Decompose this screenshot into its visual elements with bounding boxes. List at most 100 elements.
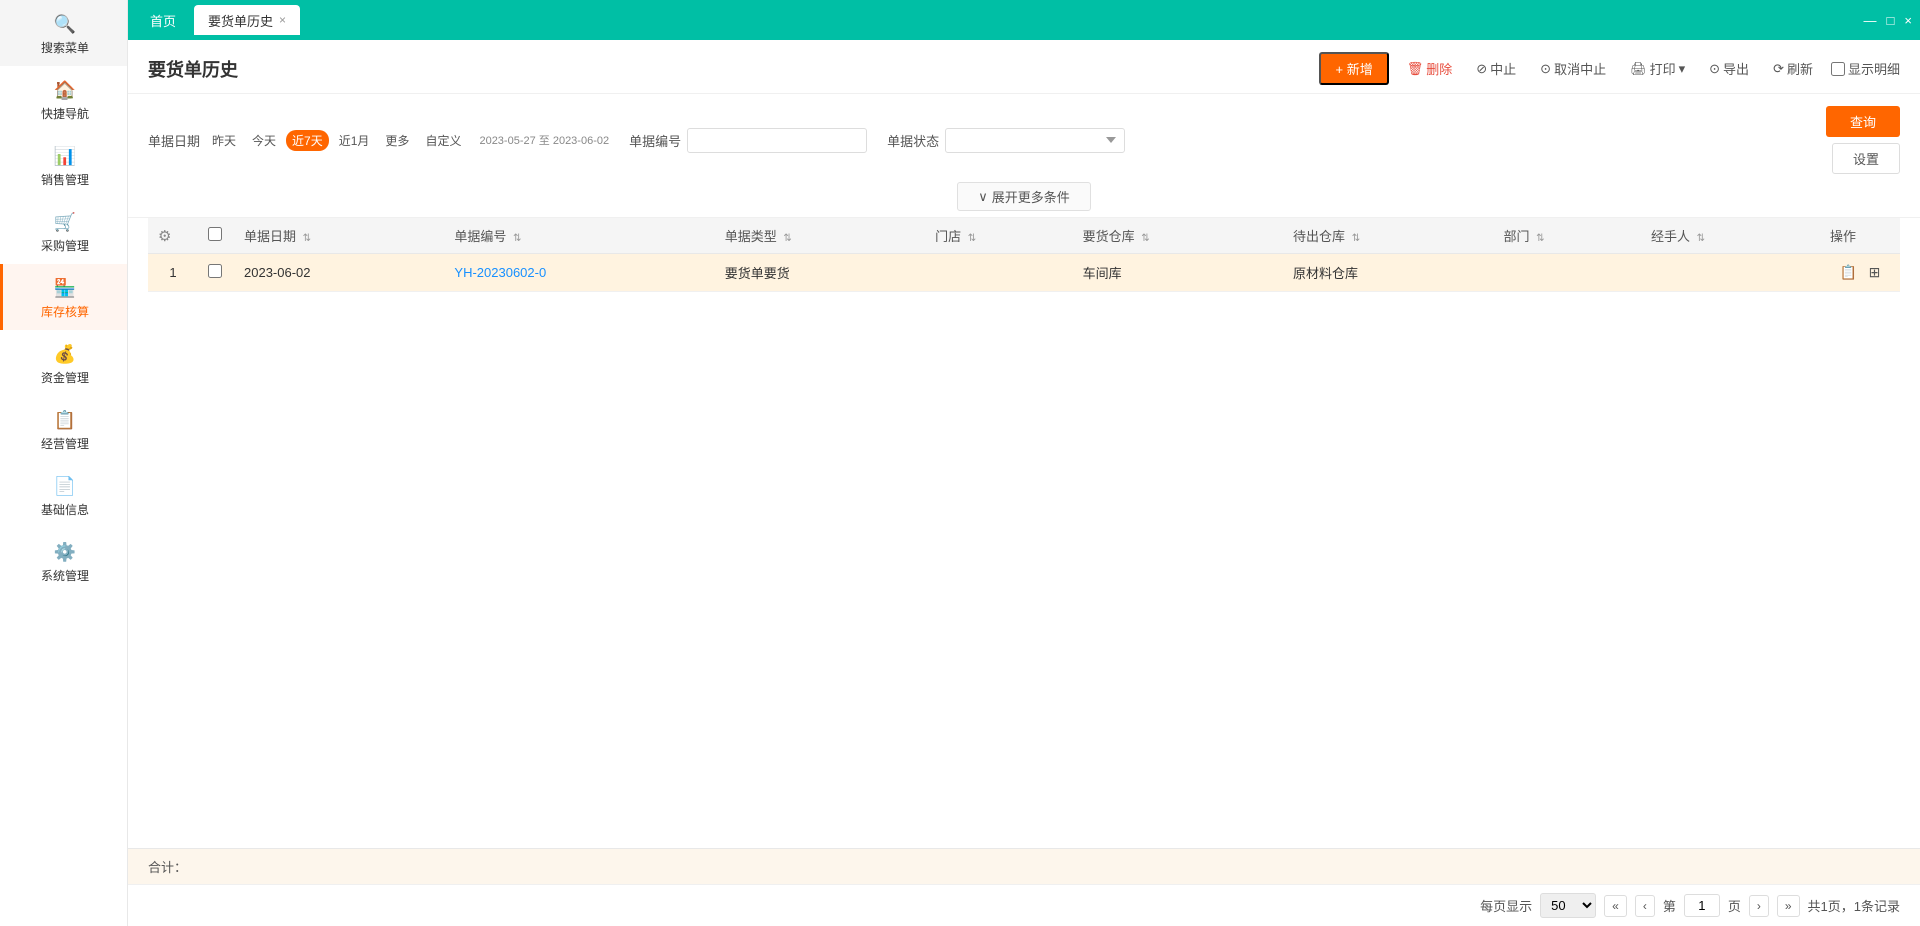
th-ops: 操作 — [1820, 218, 1900, 254]
sidebar-item-search-menu[interactable]: 🔍 搜索菜单 — [0, 0, 127, 66]
th-type: 单据类型 ⇅ — [715, 218, 925, 254]
delete-label: 删除 — [1426, 59, 1452, 78]
th-req-warehouse-sort-icon[interactable]: ⇅ — [1141, 233, 1149, 244]
page-size-select[interactable]: 50 100 — [1540, 893, 1596, 918]
system-icon: ⚙️ — [54, 542, 76, 563]
table-header-row: ⚙ 单据日期 ⇅ 单据编号 ⇅ — [148, 218, 1900, 254]
expand-more-button[interactable]: ∨ 展开更多条件 — [957, 182, 1091, 211]
row-detail-icon[interactable]: ⊞ — [1865, 262, 1885, 283]
date-last7[interactable]: 近7天 — [286, 130, 329, 151]
sidebar-item-basic-info[interactable]: 📄 基础信息 — [0, 462, 127, 528]
sidebar-item-quick-nav[interactable]: 🏠 快捷导航 — [0, 66, 127, 132]
th-number-label: 单据编号 — [454, 229, 506, 244]
search-menu-icon: 🔍 — [54, 14, 76, 35]
filter-row-1: 单据日期 昨天 今天 近7天 近1月 更多 自定义 2023-05-27 至 2… — [148, 106, 1900, 174]
select-all-checkbox[interactable] — [208, 227, 222, 241]
row-ops: 📋 ⊞ — [1820, 254, 1900, 292]
th-handler-sort-icon[interactable]: ⇅ — [1697, 233, 1705, 244]
new-button[interactable]: + 新增 — [1319, 52, 1388, 85]
th-date-sort-icon[interactable]: ⇅ — [303, 233, 311, 244]
new-button-label: + 新增 — [1335, 59, 1372, 78]
row-edit-icon[interactable]: 📋 — [1836, 262, 1861, 283]
date-more[interactable]: 更多 — [379, 130, 415, 151]
row-type: 要货单要货 — [715, 254, 925, 292]
delete-button[interactable]: 🗑 删除 — [1401, 55, 1459, 82]
delete-icon: 🗑 — [1407, 61, 1424, 77]
date-today[interactable]: 今天 — [246, 130, 282, 151]
doc-number-filter: 单据编号 — [629, 128, 867, 153]
table-head: ⚙ 单据日期 ⇅ 单据编号 ⇅ — [148, 218, 1900, 254]
header-actions: + 新增 🗑 删除 ⊘ 中止 ⊙ 取消中止 🖨 打印 ▾ — [1319, 52, 1900, 85]
window-actions: — □ × — [1864, 13, 1912, 28]
prev-page-button[interactable]: ‹ — [1635, 895, 1655, 917]
expand-more-label: 展开更多条件 — [992, 187, 1070, 206]
th-type-sort-icon[interactable]: ⇅ — [783, 233, 791, 244]
th-checkbox — [198, 218, 234, 254]
th-store-sort-icon[interactable]: ⇅ — [968, 233, 976, 244]
tab-home[interactable]: 首页 — [136, 5, 190, 35]
refresh-label: 刷新 — [1787, 59, 1813, 78]
table-footer: 合计： — [128, 848, 1920, 884]
sidebar-item-operation[interactable]: 📋 经营管理 — [0, 396, 127, 462]
first-page-button[interactable]: « — [1604, 895, 1627, 917]
query-button[interactable]: 查询 — [1826, 106, 1900, 137]
date-shortcuts: 昨天 今天 近7天 近1月 更多 自定义 — [206, 130, 467, 151]
suspend-button[interactable]: ⊘ 中止 — [1470, 55, 1522, 82]
row-num: 1 — [148, 254, 198, 292]
doc-number-input[interactable] — [687, 128, 867, 153]
th-pending-warehouse-sort-icon[interactable]: ⇅ — [1352, 233, 1360, 244]
row-checkbox-0[interactable] — [208, 264, 222, 278]
settings-gear-icon[interactable]: ⚙ — [158, 228, 171, 245]
date-last-month[interactable]: 近1月 — [333, 130, 376, 151]
row-date: 2023-06-02 — [234, 254, 444, 292]
date-yesterday[interactable]: 昨天 — [206, 130, 242, 151]
finance-icon: 💰 — [54, 344, 76, 365]
per-page-label: 每页显示 — [1480, 896, 1532, 915]
row-req-warehouse: 车间库 — [1073, 254, 1283, 292]
page-suffix: 页 — [1728, 896, 1741, 915]
sidebar-label-sales: 销售管理 — [41, 171, 89, 188]
doc-status-label: 单据状态 — [887, 131, 939, 150]
export-icon: ⊙ — [1709, 61, 1720, 77]
refresh-button[interactable]: ⟳ 刷新 — [1767, 55, 1819, 82]
sidebar-item-inventory[interactable]: 🏪 库存核算 — [0, 264, 127, 330]
expand-more-row: ∨ 展开更多条件 — [148, 182, 1900, 211]
maximize-button[interactable]: □ — [1887, 13, 1895, 28]
display-detail-checkbox[interactable] — [1831, 62, 1845, 76]
th-number-sort-icon[interactable]: ⇅ — [513, 233, 521, 244]
th-handler-label: 经手人 — [1651, 229, 1690, 244]
window-close-button[interactable]: × — [1904, 13, 1912, 28]
export-button[interactable]: ⊙ 导出 — [1703, 55, 1755, 82]
print-button[interactable]: 🖨 打印 ▾ — [1624, 55, 1691, 82]
sidebar-item-purchase[interactable]: 🛒 采购管理 — [0, 198, 127, 264]
th-store: 门店 ⇅ — [925, 218, 1073, 254]
sidebar-item-sales[interactable]: 📊 销售管理 — [0, 132, 127, 198]
sidebar-item-finance[interactable]: 💰 资金管理 — [0, 330, 127, 396]
th-department-sort-icon[interactable]: ⇅ — [1536, 233, 1544, 244]
last-page-button[interactable]: » — [1777, 895, 1800, 917]
tab-close-icon[interactable]: × — [279, 13, 286, 27]
tab-active[interactable]: 要货单历史 × — [194, 5, 300, 35]
suspend-icon: ⊘ — [1476, 61, 1487, 77]
topbar: 首页 要货单历史 × — □ × — [128, 0, 1920, 40]
th-type-label: 单据类型 — [725, 229, 777, 244]
doc-status-select[interactable] — [945, 128, 1125, 153]
pagination-bar: 每页显示 50 100 « ‹ 第 页 › » 共1页，1条记录 — [128, 884, 1920, 926]
date-custom[interactable]: 自定义 — [419, 130, 467, 151]
settings-button[interactable]: 设置 — [1832, 143, 1900, 174]
cancel-suspend-button[interactable]: ⊙ 取消中止 — [1534, 55, 1612, 82]
date-filter-label: 单据日期 — [148, 131, 200, 150]
minimize-button[interactable]: — — [1864, 13, 1877, 28]
th-department: 部门 ⇅ — [1493, 218, 1641, 254]
refresh-icon: ⟳ — [1773, 61, 1784, 77]
sidebar-item-system[interactable]: ⚙️ 系统管理 — [0, 528, 127, 594]
next-page-button[interactable]: › — [1749, 895, 1769, 917]
page-label: 第 — [1663, 896, 1676, 915]
display-detail-toggle[interactable]: 显示明细 — [1831, 59, 1900, 78]
row-number-link[interactable]: YH-20230602-0 — [454, 265, 546, 280]
main-area: 首页 要货单历史 × — □ × 要货单历史 + 新增 🗑 删除 — [128, 0, 1920, 926]
page-number-input[interactable] — [1684, 894, 1720, 917]
content-area: 要货单历史 + 新增 🗑 删除 ⊘ 中止 ⊙ 取消中止 🖨 — [128, 40, 1920, 926]
pagination-info: 共1页，1条记录 — [1808, 896, 1900, 915]
cancel-suspend-label: 取消中止 — [1554, 59, 1606, 78]
